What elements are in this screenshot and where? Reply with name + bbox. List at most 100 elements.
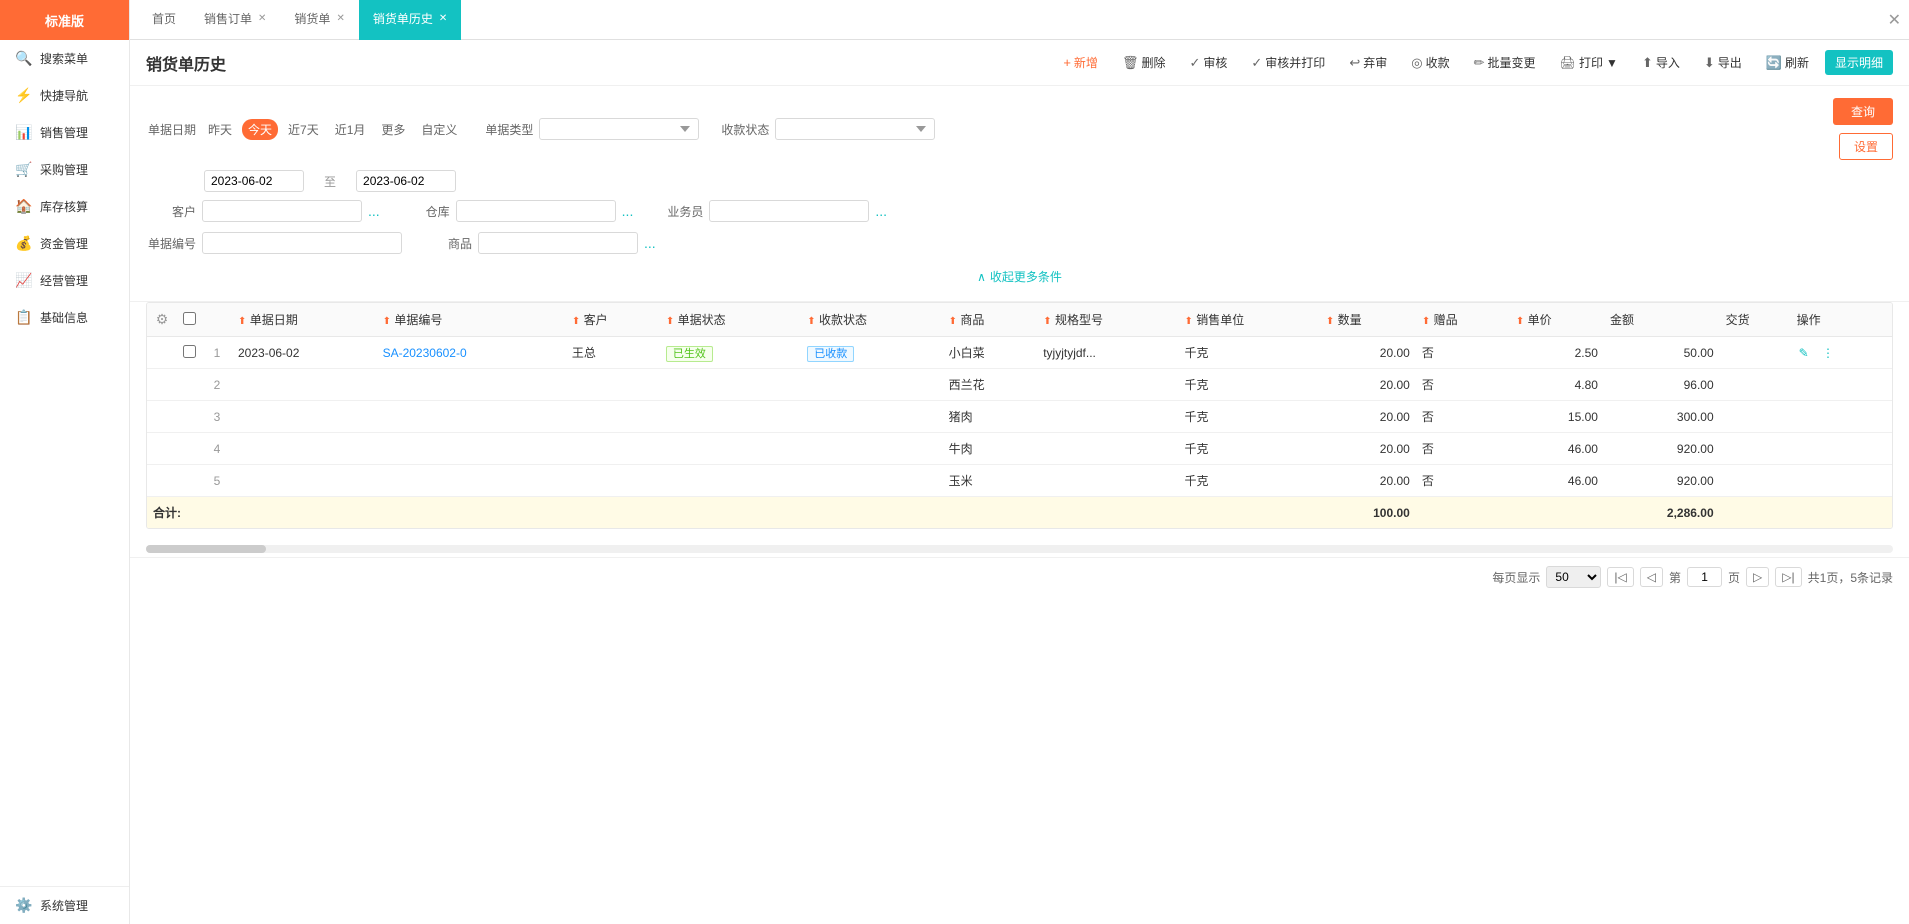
tab-sales-order[interactable]: 销售订单 ✕	[190, 0, 280, 40]
salesman-dots-button[interactable]: ...	[875, 203, 887, 219]
sidebar-item-purchase-mgmt[interactable]: 🛒 采购管理	[0, 151, 129, 188]
table-settings-icon[interactable]: ⚙	[156, 311, 169, 327]
horizontal-scrollbar[interactable]	[130, 545, 1909, 557]
doc-no-cell[interactable]: SA-20230602-0	[377, 337, 566, 369]
doc-no-col-header[interactable]: ⬆ 单据编号	[377, 303, 566, 337]
row-checkbox[interactable]	[183, 345, 196, 358]
date-to-input[interactable]	[356, 170, 456, 192]
checkbox-cell[interactable]	[177, 337, 202, 369]
select-all-checkbox[interactable]	[183, 312, 196, 325]
tab-home[interactable]: 首页	[138, 0, 190, 40]
transaction-cell	[1720, 401, 1791, 433]
warehouse-input[interactable]	[456, 200, 616, 222]
refresh-button[interactable]: 🔄 刷新	[1758, 50, 1817, 75]
table-row: 2 西兰花 千克 20.00 否 4.80 96.00	[147, 369, 1892, 401]
next-page-button[interactable]: ▷	[1746, 567, 1769, 587]
table-area: ⚙ ⬆ 单据日期	[130, 302, 1909, 545]
goods-input[interactable]	[478, 232, 638, 254]
doc-status-col-header[interactable]: ⬆ 单据状态	[660, 303, 801, 337]
filter-settings-button[interactable]: 设置	[1839, 133, 1893, 160]
doc-date-cell: 2023-06-02	[232, 337, 377, 369]
customer-input[interactable]	[202, 200, 362, 222]
discard-button[interactable]: ↩ 弃审	[1341, 50, 1395, 75]
close-icon[interactable]: ✕	[336, 13, 344, 24]
doc-no-cell[interactable]	[377, 465, 566, 497]
export-button[interactable]: ⬇ 导出	[1696, 50, 1750, 75]
print-button[interactable]: 🖨 打印 ▼	[1552, 50, 1626, 75]
date-tag-1month[interactable]: 近1月	[329, 119, 372, 140]
batch-change-button[interactable]: ✏ 批量变更	[1466, 50, 1544, 75]
doc-no-input[interactable]	[202, 232, 402, 254]
first-page-button[interactable]: |◁	[1607, 567, 1633, 587]
show-detail-button[interactable]: 显示明细	[1825, 50, 1893, 75]
collect-button[interactable]: ◎ 收款	[1403, 50, 1457, 75]
goods-dots-button[interactable]: ...	[644, 235, 656, 251]
sidebar-item-basic-info[interactable]: 📋 基础信息	[0, 299, 129, 336]
sidebar-item-finance[interactable]: 💰 资金管理	[0, 225, 129, 262]
sidebar-item-inventory[interactable]: 🏠 库存核算	[0, 188, 129, 225]
close-icon[interactable]: ✕	[258, 13, 266, 24]
prev-page-button[interactable]: ◁	[1640, 567, 1663, 587]
doc-type-select[interactable]	[539, 118, 699, 140]
doc-no-cell[interactable]	[377, 433, 566, 465]
audit-print-button[interactable]: ✓ 审核并打印	[1243, 50, 1333, 75]
print-icon: 🖨	[1560, 55, 1577, 71]
doc-status-cell	[660, 369, 801, 401]
import-button[interactable]: ⬆ 导入	[1634, 50, 1688, 75]
sidebar-item-operations[interactable]: 📈 经营管理	[0, 262, 129, 299]
date-tag-7days[interactable]: 近7天	[282, 119, 325, 140]
delete-button[interactable]: 🗑 删除	[1114, 50, 1174, 75]
add-button[interactable]: + 新增	[1055, 50, 1106, 75]
close-icon[interactable]: ✕	[439, 13, 447, 24]
sidebar-item-sales-mgmt[interactable]: 📊 销售管理	[0, 114, 129, 151]
date-tag-yesterday[interactable]: 昨天	[202, 119, 238, 140]
date-tag-custom[interactable]: 自定义	[415, 119, 463, 140]
audit-button[interactable]: ✓ 审核	[1181, 50, 1235, 75]
spec-col-header[interactable]: ⬆ 规格型号	[1037, 303, 1178, 337]
checkbox-cell[interactable]	[177, 465, 202, 497]
edit-action-button[interactable]: ✎	[1797, 344, 1811, 362]
scroll-thumb[interactable]	[146, 545, 266, 553]
page-number-input[interactable]	[1687, 567, 1722, 587]
salesman-filter-group: 业务员 ...	[653, 200, 887, 222]
sidebar-item-system[interactable]: ⚙️ 系统管理	[0, 887, 129, 924]
spec-cell: tyjyjtyjdf...	[1037, 337, 1178, 369]
date-tag-more[interactable]: 更多	[375, 119, 411, 140]
doc-date-cell	[232, 401, 377, 433]
checkbox-cell[interactable]	[177, 401, 202, 433]
goods-cell: 西兰花	[943, 369, 1038, 401]
qty-col-header[interactable]: ⬆ 数量	[1320, 303, 1416, 337]
doc-no-cell[interactable]	[377, 401, 566, 433]
goods-col-header[interactable]: ⬆ 商品	[943, 303, 1038, 337]
close-all-tabs-button[interactable]: ✕	[1888, 10, 1901, 30]
unit-price-cell: 46.00	[1510, 433, 1604, 465]
doc-status-cell	[660, 465, 801, 497]
last-page-button[interactable]: ▷|	[1775, 567, 1801, 587]
payment-status-col-header[interactable]: ⬆ 收款状态	[801, 303, 942, 337]
more-action-button[interactable]: ⋮	[1820, 344, 1836, 362]
payment-status-select[interactable]	[775, 118, 935, 140]
sidebar-item-search-menu[interactable]: 🔍 搜索菜单	[0, 40, 129, 77]
checkbox-cell[interactable]	[177, 369, 202, 401]
settings-col-header[interactable]: ⚙	[147, 303, 177, 337]
page-size-select[interactable]: 50 100	[1546, 566, 1601, 588]
tab-sales-invoice[interactable]: 销货单 ✕	[280, 0, 358, 40]
warehouse-dots-button[interactable]: ...	[622, 203, 634, 219]
customer-dots-button[interactable]: ...	[368, 203, 380, 219]
audit-print-icon: ✓	[1251, 55, 1262, 71]
collect-icon: ◎	[1411, 55, 1422, 71]
query-button[interactable]: 查询	[1833, 98, 1893, 125]
date-tag-today[interactable]: 今天	[242, 119, 278, 140]
date-from-input[interactable]	[204, 170, 304, 192]
tab-sales-history[interactable]: 销货单历史 ✕	[359, 0, 461, 40]
doc-no-cell[interactable]	[377, 369, 566, 401]
checkbox-cell[interactable]	[177, 433, 202, 465]
unit-price-col-header[interactable]: ⬆ 单价	[1510, 303, 1604, 337]
gift-col-header[interactable]: ⬆ 赠品	[1416, 303, 1510, 337]
doc-date-col-header[interactable]: ⬆ 单据日期	[232, 303, 377, 337]
customer-col-header[interactable]: ⬆ 客户	[566, 303, 660, 337]
unit-col-header[interactable]: ⬆ 销售单位	[1179, 303, 1320, 337]
salesman-input[interactable]	[709, 200, 869, 222]
collapse-button[interactable]: ∧ 收起更多条件	[146, 264, 1893, 289]
sidebar-item-quick-nav[interactable]: ⚡ 快捷导航	[0, 77, 129, 114]
